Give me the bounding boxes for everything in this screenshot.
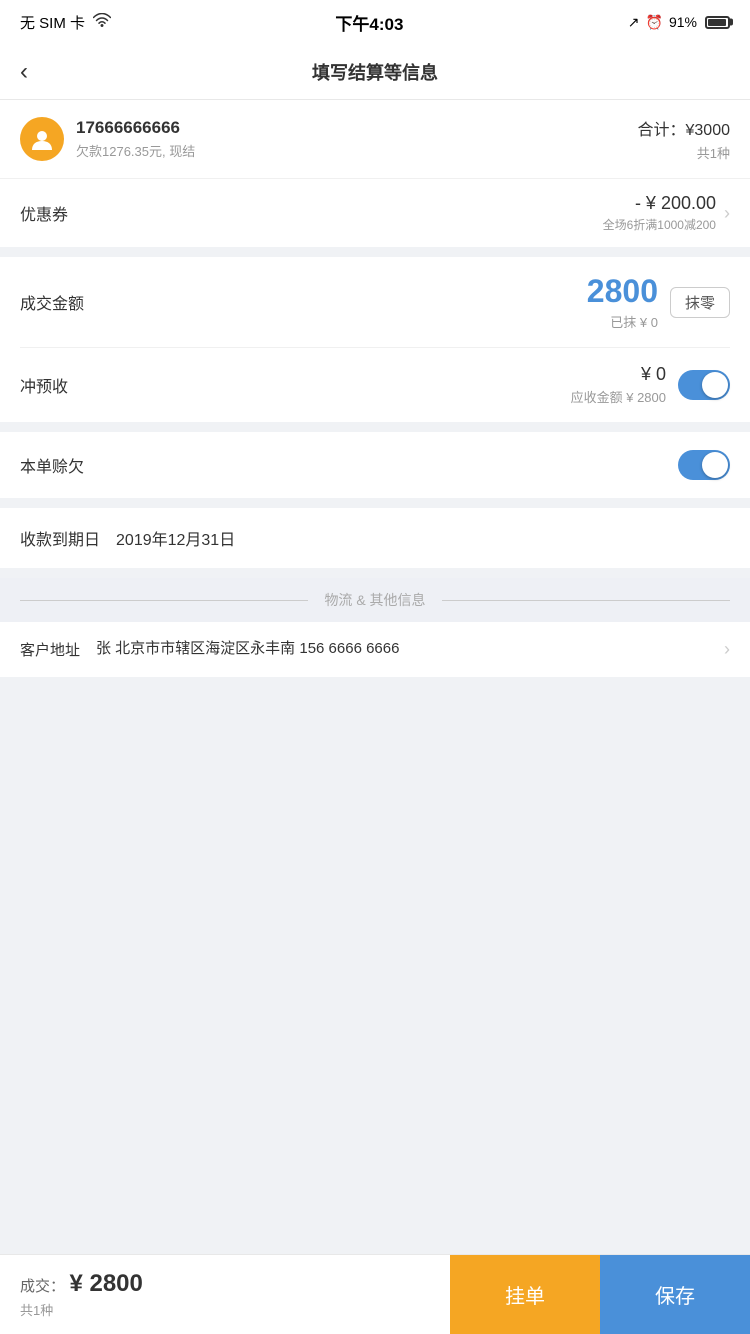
nav-bar: ‹ 填写结算等信息	[0, 44, 750, 100]
address-value: 张 北京市市辖区海淀区永丰南 156 6666 6666	[96, 638, 724, 661]
customer-left: 17666666666 欠款1276.35元, 现结	[20, 117, 195, 161]
bottom-count: 共1种	[20, 1300, 430, 1319]
amount-section: 成交金额 2800 已抹 ¥ 0 抹零 冲预收 ¥ 0 应收金额 ¥ 2800	[0, 257, 750, 422]
deal-amount-sub: 已抹 ¥ 0	[587, 312, 658, 331]
coupon-info: - ¥ 200.00 全场6折满1000减200	[603, 193, 716, 233]
duedate-label: 收款到期日	[20, 526, 100, 550]
status-right: ↗ ⏰ 91%	[628, 14, 730, 31]
customer-row: 17666666666 欠款1276.35元, 现结 合计：¥3000 共1种	[0, 100, 750, 178]
deal-amount-value: 2800	[587, 273, 658, 310]
toggle-knob	[702, 372, 728, 398]
location-icon: ↗	[628, 14, 640, 31]
customer-phone: 17666666666	[76, 118, 195, 138]
total-count: 共1种	[637, 143, 730, 162]
battery-percent: 91%	[669, 14, 697, 30]
save-button[interactable]: 保存	[600, 1255, 750, 1334]
total-amount: 合计：¥3000	[637, 116, 730, 140]
bottom-bar: 成交： ¥ 2800 共1种 挂单 保存	[0, 1254, 750, 1334]
debt-label: 本单赊欠	[20, 453, 84, 477]
coupon-chevron-icon: ›	[724, 203, 730, 224]
customer-info: 17666666666 欠款1276.35元, 现结	[76, 118, 195, 160]
coupon-discount: - ¥ 200.00	[603, 193, 716, 214]
alarm-icon: ⏰	[646, 14, 663, 31]
page-title: 填写结算等信息	[60, 59, 690, 85]
coupon-right: - ¥ 200.00 全场6折满1000减200 ›	[603, 193, 730, 233]
address-chevron-icon: ›	[724, 639, 730, 660]
prepay-right: ¥ 0 应收金额 ¥ 2800	[571, 364, 730, 406]
address-label: 客户地址	[20, 639, 80, 660]
debt-section: 本单赊欠	[0, 432, 750, 498]
customer-right: 合计：¥3000 共1种	[637, 116, 730, 162]
carrier-label: 无 SIM 卡	[20, 12, 85, 33]
coupon-label: 优惠券	[20, 201, 68, 225]
battery-icon	[705, 16, 730, 29]
deal-amount-row: 成交金额 2800 已抹 ¥ 0 抹零	[20, 257, 730, 348]
prepay-label: 冲预收	[20, 373, 68, 397]
debt-toggle-knob	[702, 452, 728, 478]
status-time: 下午4:03	[335, 10, 403, 35]
logistics-section: 物流 & 其他信息	[0, 578, 750, 622]
bottom-summary: 成交： ¥ 2800 共1种	[0, 1270, 450, 1319]
coupon-row[interactable]: 优惠券 - ¥ 200.00 全场6折满1000减200 ›	[0, 178, 750, 247]
prepay-row: 冲预收 ¥ 0 应收金额 ¥ 2800	[20, 348, 730, 422]
back-button[interactable]: ‹	[20, 58, 60, 86]
status-left: 无 SIM 卡	[20, 12, 111, 33]
coupon-desc: 全场6折满1000减200	[603, 216, 716, 233]
address-row[interactable]: 客户地址 张 北京市市辖区海淀区永丰南 156 6666 6666 ›	[0, 622, 750, 677]
customer-section: 17666666666 欠款1276.35元, 现结 合计：¥3000 共1种 …	[0, 100, 750, 247]
prepay-wrap: ¥ 0 应收金额 ¥ 2800	[571, 364, 666, 406]
round-button[interactable]: 抹零	[670, 287, 730, 318]
prepay-sub: 应收金额 ¥ 2800	[571, 387, 666, 406]
debt-toggle[interactable]	[678, 450, 730, 480]
prepay-amount: ¥ 0	[571, 364, 666, 385]
debt-row: 本单赊欠	[0, 432, 750, 498]
bottom-total-label: 成交： ¥ 2800	[20, 1270, 430, 1298]
duedate-section: 收款到期日 2019年12月31日	[0, 508, 750, 568]
bottom-amount: ¥ 2800	[69, 1270, 142, 1297]
deal-amount-wrap: 2800 已抹 ¥ 0	[587, 273, 658, 331]
status-bar: 无 SIM 卡 下午4:03 ↗ ⏰ 91%	[0, 0, 750, 44]
bottom-actions: 挂单 保存	[450, 1255, 750, 1334]
avatar	[20, 117, 64, 161]
logistics-line-left	[20, 600, 308, 601]
spacer	[0, 687, 750, 1255]
duedate-value: 2019年12月31日	[116, 526, 235, 550]
logistics-text: 物流 & 其他信息	[308, 590, 441, 610]
wifi-icon	[93, 13, 111, 31]
address-section: 客户地址 张 北京市市辖区海淀区永丰南 156 6666 6666 ›	[0, 622, 750, 677]
prepay-toggle[interactable]	[678, 370, 730, 400]
pending-button[interactable]: 挂单	[450, 1255, 600, 1334]
deal-amount-label: 成交金额	[20, 290, 84, 314]
customer-debt: 欠款1276.35元, 现结	[76, 141, 195, 160]
logistics-line-right	[442, 600, 730, 601]
deal-amount-right: 2800 已抹 ¥ 0 抹零	[587, 273, 730, 331]
duedate-row: 收款到期日 2019年12月31日	[0, 508, 750, 568]
